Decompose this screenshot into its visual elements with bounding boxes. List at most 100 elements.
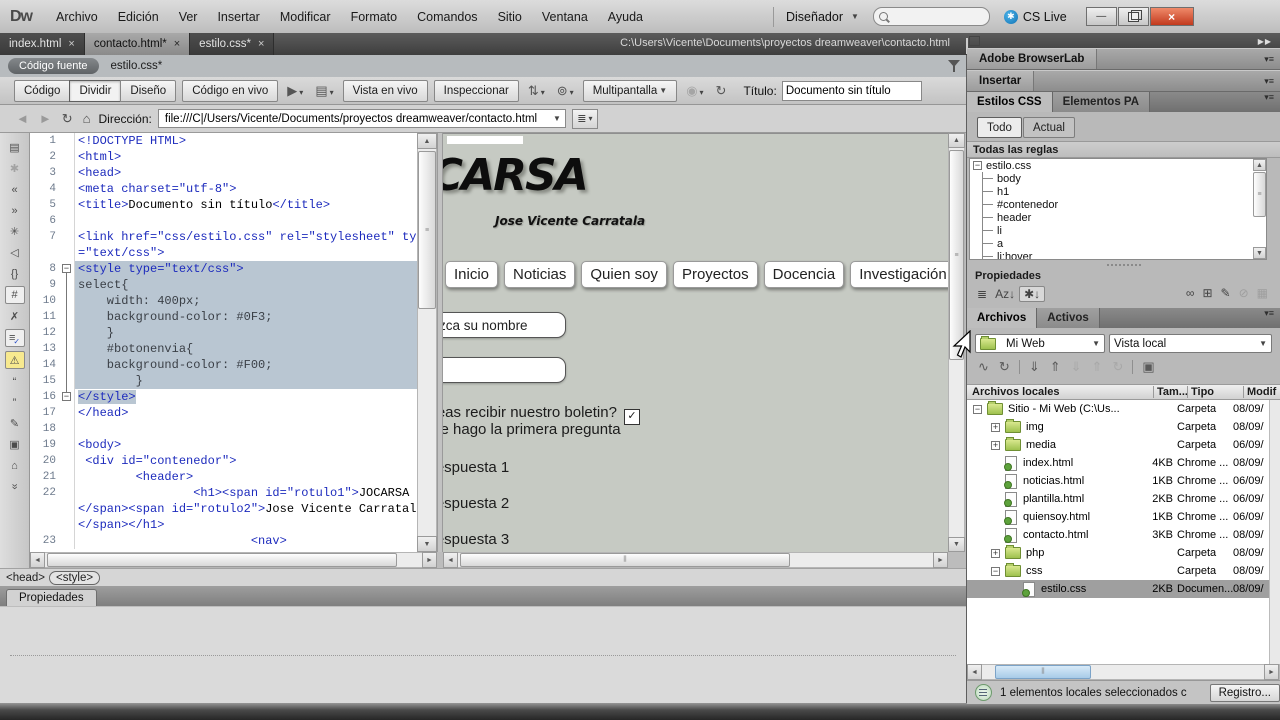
wrap-tag-icon[interactable]: ✎ [5,413,25,434]
open-documents-icon[interactable]: ▤ [5,137,25,158]
search-input[interactable] [872,7,990,26]
visual-aids-eye-icon[interactable]: ◉ ▾ [683,83,706,99]
files-hscroll-thumb[interactable]: ⫼ [995,665,1091,679]
scroll-left-icon[interactable]: ◄ [967,664,982,680]
code-line[interactable]: 7 <link href="css/estilo.css" rel="styles… [30,229,417,245]
syntax-error-alerts-icon[interactable]: ⚠ [4,351,25,369]
tab-index.html[interactable]: index.html × [0,33,85,55]
scroll-left-icon[interactable]: ◄ [30,552,45,568]
address-input[interactable] [162,111,542,126]
refresh-files-icon[interactable]: ↻ [994,359,1015,375]
multiscreen-button[interactable]: Multipantalla ▼ [582,79,678,102]
code-fold-toggle-icon[interactable]: − [62,392,71,402]
file-row-img[interactable]: + img Carpeta 08/09/ [967,418,1269,436]
newsletter-checkbox[interactable]: ✓ [623,409,640,425]
forward-icon[interactable]: ► [37,111,54,126]
panel-menu-icon[interactable]: ▾≡ [1264,92,1274,103]
filter-icon[interactable] [948,60,962,73]
select-parent-tag-icon[interactable]: ◁ [5,242,25,263]
code-line[interactable]: 10 width: 400px; [30,293,417,309]
refresh-icon[interactable]: ↻ [60,111,75,127]
code-line[interactable]: 9 select{ [30,277,417,293]
code-line[interactable]: </span></h1> [30,517,417,533]
code-line[interactable]: 4 <meta charset="utf-8"> [30,181,417,197]
file-row-php[interactable]: + php Carpeta 08/09/ [967,544,1269,562]
attach-stylesheet-icon[interactable]: ∞ [1182,286,1199,300]
expand-all-icon[interactable]: ✳ [5,221,25,242]
menu-sitio[interactable]: Sitio [488,10,532,24]
col-type[interactable]: Tipo [1187,386,1243,398]
code-line[interactable]: 19 <body> [30,437,417,453]
tab-close-icon[interactable]: × [258,38,264,50]
tab-estilo.css[interactable]: estilo.css* × [190,33,275,55]
files-vscrollbar[interactable] [1269,400,1280,664]
minimize-button[interactable]: — [1085,7,1117,26]
synchronize-icon[interactable]: ↻ [1107,359,1128,375]
code-line[interactable]: 3 <head> [30,165,417,181]
file-row-index.html[interactable]: index.html 4KB Chrome ... 08/09/ [967,454,1269,472]
tree-expander-icon[interactable]: − [973,404,982,414]
tag-head[interactable]: <head> [6,572,45,584]
info-bar-icon[interactable]: ≡ ✓ [4,329,25,347]
css-rule-contenedor[interactable]: #contenedor [970,198,1266,211]
restore-button[interactable] [1117,7,1149,26]
edit-rule-icon[interactable]: ✎ [1217,286,1235,300]
show-category-view-icon[interactable]: ≣ [973,287,991,301]
highlight-invalid-code-icon[interactable]: ✗ [5,306,25,327]
actual-button[interactable]: Actual [1023,117,1075,138]
code-line[interactable]: 11 background-color: #0F3; [30,309,417,325]
code-line[interactable]: 22 <h1><span id="rotulo1">JOCARSA [30,485,417,501]
todo-button[interactable]: Todo [977,117,1022,138]
list-view-button[interactable]: ≣ ▾ [571,108,598,129]
scroll-right-icon[interactable]: ► [422,552,437,568]
css-rule-body[interactable]: body [970,172,1266,185]
recent-snippets-icon[interactable]: ▣ [5,434,25,455]
tab-contacto.html[interactable]: contacto.html* × [84,33,191,55]
line-numbers-icon[interactable]: # [4,286,25,304]
panel-menu-icon[interactable]: ▾≡ [1264,308,1274,319]
file-list[interactable]: − Sitio - Mi Web (C:\Us... Carpeta 08/09/+ i… [967,400,1269,664]
menu-archivo[interactable]: Archivo [46,10,108,24]
code-line[interactable]: 6 [30,213,417,229]
code-line[interactable]: 5 <title>Documento sin título</title> [30,197,417,213]
split-view-button[interactable]: Dividir [69,79,122,102]
css-rule-a[interactable]: a [970,237,1266,250]
scroll-down-icon[interactable]: ▼ [948,537,965,552]
live-code-button[interactable]: Código en vivo [182,79,279,102]
collapse-selection-icon[interactable]: » [5,200,25,221]
design-view-button[interactable]: Diseño [120,79,177,102]
code-line[interactable]: 1 <!DOCTYPE HTML> [30,133,417,149]
file-row-quiensoy.html[interactable]: quiensoy.html 1KB Chrome ... 06/09/ [967,508,1269,526]
document-title-input[interactable] [781,80,922,101]
source-code-button[interactable]: Código fuente [8,58,99,74]
code-line[interactable]: 8− <style type="text/css"> [30,261,417,277]
scroll-right-icon[interactable]: ► [1264,664,1279,680]
code-line[interactable]: 2 <html> [30,149,417,165]
code-line[interactable]: </span><span id="rotulo2">Jose Vicente C… [30,501,417,517]
panel-menu-icon[interactable]: ▾≡ [1264,54,1274,65]
name-input[interactable]: Introduzca su nombre [443,312,566,338]
check-in-icon[interactable]: ⇑ [1087,359,1108,375]
menu-ver[interactable]: Ver [169,10,208,24]
log-icon[interactable] [975,684,992,701]
code-vscroll-thumb[interactable]: ≡ [418,151,436,309]
css-rule-h1[interactable]: h1 [970,185,1266,198]
menu-insertar[interactable]: Insertar [207,10,269,24]
code-fold-toggle-icon[interactable]: − [62,264,71,274]
move-css-icon[interactable]: ⌂ [5,455,25,476]
get-files-icon[interactable]: ⇓ [1024,359,1045,375]
nav-button-docencia[interactable]: Docencia [763,261,845,288]
file-row-media[interactable]: + media Carpeta 06/09/ [967,436,1269,454]
preview-in-browser-icon[interactable]: ⊚ ▾ [554,83,577,99]
panel-resize-handle[interactable] [1107,264,1141,266]
tab-close-icon[interactable]: × [174,38,180,50]
scroll-up-icon[interactable]: ▲ [1253,159,1266,171]
css-rule-lihover[interactable]: li:hover [970,250,1266,259]
code-line[interactable]: 13 #botonenvia{ [30,341,417,357]
design-view[interactable]: JOCARSA Jose Vicente Carratala InicioNot… [443,133,948,552]
tree-expander-icon[interactable]: + [991,548,1000,558]
properties-tab[interactable]: Propiedades [6,589,97,606]
disable-property-icon[interactable]: ⊘ [1235,286,1253,300]
code-line[interactable]: 16− </style> [30,389,417,405]
code-line[interactable]: 20 <div id="contenedor"> [30,453,417,469]
